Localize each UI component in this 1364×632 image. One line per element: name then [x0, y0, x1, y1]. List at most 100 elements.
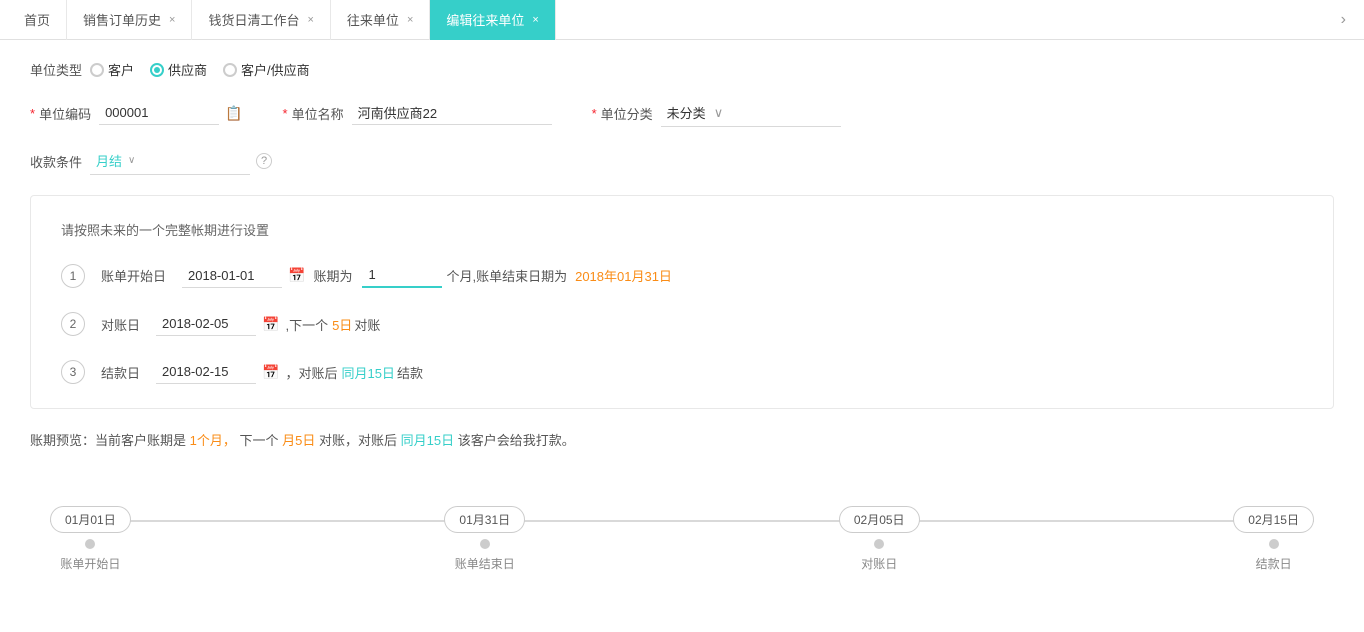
unit-name-input[interactable] — [352, 101, 552, 125]
payment-row: 收款条件 月结 ∨ ? — [30, 147, 1334, 175]
unit-code-group: * 单位编码 📋 — [30, 101, 243, 125]
unit-info-row: * 单位编码 📋 * 单位名称 * 单位分类 未分类 ∨ — [30, 99, 1334, 127]
tab-overflow-chevron[interactable]: › — [1331, 11, 1356, 29]
payment-select[interactable]: 月结 ∨ — [90, 147, 250, 175]
account-start-date-input[interactable] — [182, 264, 282, 288]
tab-cash-work[interactable]: 钱货日清工作台 × — [192, 0, 330, 40]
preview-period: 1个月， — [190, 433, 236, 448]
payment-suffix: 结款 — [397, 363, 423, 382]
timeline-point-1: 01月01日 账单开始日 — [50, 506, 131, 572]
timeline-sublabel-4: 结款日 — [1256, 555, 1292, 572]
tab-home[interactable]: 首页 — [8, 0, 67, 40]
radio-both[interactable]: 客户/供应商 — [223, 60, 310, 79]
radio-supplier-label: 供应商 — [168, 60, 207, 79]
timeline-sublabel-1: 账单开始日 — [60, 555, 120, 572]
radio-group: 客户 供应商 客户/供应商 — [90, 60, 310, 79]
timeline-label-3: 02月05日 — [839, 506, 920, 533]
setting-row-2: 2 对账日 📅 ,下一个 5日 对账 — [61, 312, 1303, 336]
setting-label-2: 对账日 — [101, 315, 140, 334]
payment-value: 月结 — [96, 151, 122, 170]
timeline-area: 01月01日 账单开始日 01月31日 账单结束日 02月05日 对账日 — [30, 476, 1334, 612]
start-date-calendar-icon[interactable]: 📅 — [288, 267, 305, 284]
unit-classify-select[interactable]: 未分类 ∨ — [661, 99, 841, 127]
payment-arrow-icon: ∨ — [128, 155, 135, 166]
radio-both-label: 客户/供应商 — [241, 60, 310, 79]
radio-supplier[interactable]: 供应商 — [150, 60, 207, 79]
payment-help-icon[interactable]: ? — [256, 153, 272, 169]
timeline-point-4: 02月15日 结款日 — [1233, 506, 1314, 572]
classify-arrow-icon: ∨ — [714, 105, 724, 121]
unit-classify-star: * — [592, 106, 597, 121]
timeline-dot-2 — [480, 539, 490, 549]
radio-customer[interactable]: 客户 — [90, 60, 134, 79]
radio-supplier-circle — [150, 63, 164, 77]
reconcile-date-input[interactable] — [156, 312, 256, 336]
preview-text: 账期预览：当前客户账期是 1个月， 下一个 月5日 对账，对账后 同月15日 该… — [30, 429, 1334, 452]
timeline-label-4: 02月15日 — [1233, 506, 1314, 533]
preview-mid1: 下一个 — [240, 433, 279, 448]
radio-both-circle — [223, 63, 237, 77]
timeline-label-1: 01月01日 — [50, 506, 131, 533]
end-date-display: 2018年01月31日 — [575, 266, 672, 285]
tab-sales-order-label: 销售订单历史 — [83, 10, 161, 29]
unit-name-star: * — [283, 106, 288, 121]
setting-number-2: 2 — [61, 312, 85, 336]
timeline-dot-3 — [874, 539, 884, 549]
unit-classify-value: 未分类 — [667, 103, 706, 122]
main-content: 单位类型 客户 供应商 客户/供应商 * 单位编码 📋 * 单位名称 — [0, 40, 1364, 632]
period-month-suffix: 个月,账单结束日期为 — [446, 266, 567, 285]
unit-classify-group: * 单位分类 未分类 ∨ — [592, 99, 841, 127]
tab-partner[interactable]: 往来单位 × — [331, 0, 430, 40]
tab-edit-partner-close[interactable]: × — [532, 14, 538, 26]
tab-edit-partner-label: 编辑往来单位 — [446, 10, 524, 29]
reconcile-suffix: 对账 — [354, 315, 380, 334]
reconcile-date-calendar-icon[interactable]: 📅 — [262, 316, 279, 333]
timeline-sublabel-3: 对账日 — [861, 555, 897, 572]
setting-label-3: 结款日 — [101, 363, 140, 382]
tab-partner-close[interactable]: × — [407, 14, 413, 26]
unit-code-icon[interactable]: 📋 — [225, 105, 242, 122]
payment-date-calendar-icon[interactable]: 📅 — [262, 364, 279, 381]
setting-row-1: 1 账单开始日 📅 账期为 个月,账单结束日期为 2018年01月31日 — [61, 263, 1303, 288]
tab-sales-order-close[interactable]: × — [169, 14, 175, 26]
timeline-point-3: 02月05日 对账日 — [839, 506, 920, 572]
unit-classify-label: 单位分类 — [601, 104, 653, 123]
reconcile-prefix: ,下一个 — [285, 315, 328, 334]
timeline-sublabel-2: 账单结束日 — [455, 555, 515, 572]
unit-code-star: * — [30, 106, 35, 121]
tab-cash-work-close[interactable]: × — [307, 14, 313, 26]
timeline-dot-1 — [85, 539, 95, 549]
unit-name-group: * 单位名称 — [283, 101, 552, 125]
preview-day2: 同月15日 — [401, 433, 454, 448]
unit-name-label: 单位名称 — [292, 104, 344, 123]
timeline-points: 01月01日 账单开始日 01月31日 账单结束日 02月05日 对账日 — [50, 506, 1314, 572]
period-input[interactable] — [362, 263, 442, 288]
timeline-point-2: 01月31日 账单结束日 — [444, 506, 525, 572]
unit-code-label: 单位编码 — [39, 104, 91, 123]
radio-customer-label: 客户 — [108, 60, 134, 79]
tab-cash-work-label: 钱货日清工作台 — [208, 10, 299, 29]
setting-number-1: 1 — [61, 264, 85, 288]
setting-number-3: 3 — [61, 360, 85, 384]
preview-prefix: 账期预览：当前客户账期是 — [30, 433, 186, 448]
unit-type-row: 单位类型 客户 供应商 客户/供应商 — [30, 60, 1334, 79]
payment-label: 收款条件 — [30, 152, 82, 171]
payment-prefix: ，对账后 — [285, 363, 337, 382]
settings-box: 请按照未来的一个完整帐期进行设置 1 账单开始日 📅 账期为 个月,账单结束日期… — [30, 195, 1334, 409]
timeline-label-2: 01月31日 — [444, 506, 525, 533]
tab-edit-partner[interactable]: 编辑往来单位 × — [430, 0, 555, 40]
tab-partner-label: 往来单位 — [347, 10, 399, 29]
setting-row-3: 3 结款日 📅 ，对账后 同月15日 结款 — [61, 360, 1303, 384]
preview-day1: 月5日 — [282, 433, 315, 448]
tab-sales-order[interactable]: 销售订单历史 × — [67, 0, 192, 40]
reconcile-day: 5日 — [332, 315, 352, 334]
payment-day: 同月15日 — [341, 363, 394, 382]
timeline-dot-4 — [1269, 539, 1279, 549]
unit-code-input[interactable] — [99, 101, 219, 125]
unit-type-label: 单位类型 — [30, 60, 82, 79]
preview-suffix: 该客户会给我打款。 — [458, 433, 575, 448]
tab-bar: 首页 销售订单历史 × 钱货日清工作台 × 往来单位 × 编辑往来单位 × › — [0, 0, 1364, 40]
radio-customer-circle — [90, 63, 104, 77]
tab-home-label: 首页 — [24, 10, 50, 29]
payment-date-input[interactable] — [156, 360, 256, 384]
